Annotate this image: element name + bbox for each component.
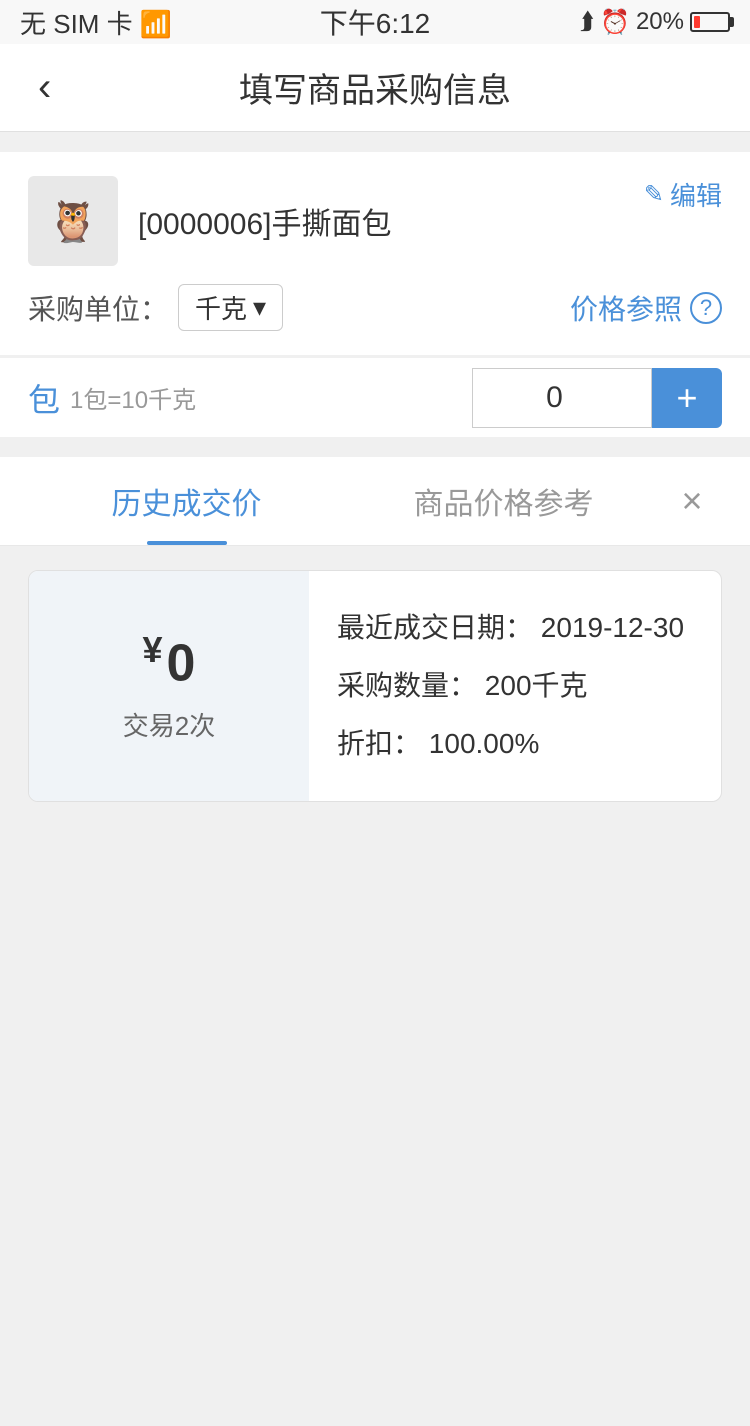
status-left: 无 SIM 卡 📶 bbox=[20, 4, 172, 41]
product-icon: 🦉 bbox=[48, 198, 98, 245]
battery-percent: 20% bbox=[636, 8, 684, 36]
price-ref-button[interactable]: 价格参照 ? bbox=[570, 288, 722, 328]
currency-symbol: ¥ bbox=[143, 629, 163, 670]
product-header: 🦉 [0000006]手撕面包 ✎ 编辑 bbox=[28, 176, 722, 266]
edit-icon: ✎ bbox=[644, 180, 664, 209]
trade-date-label: 最近成交日期： bbox=[337, 612, 533, 643]
back-button[interactable]: ‹ bbox=[28, 55, 61, 120]
trade-detail-discount: 折扣： 100.00% bbox=[337, 723, 693, 765]
tab-product-price-ref-label: 商品价格参考 bbox=[414, 479, 594, 523]
trade-qty-label: 采购数量： bbox=[337, 670, 477, 701]
purchase-unit-label: 采购单位： bbox=[28, 288, 168, 328]
status-time: 下午6:12 bbox=[320, 2, 431, 42]
trade-qty-value: 200千克 bbox=[485, 670, 588, 701]
trade-date-value: 2019-12-30 bbox=[541, 612, 684, 643]
unit-select[interactable]: 千克 ▾ bbox=[178, 284, 283, 331]
tab-active-indicator bbox=[147, 541, 227, 545]
tab-history-price-label: 历史成交价 bbox=[112, 479, 262, 523]
trade-times: 交易2次 bbox=[123, 706, 215, 743]
unit-badge: 包 bbox=[28, 375, 60, 421]
trade-details-section: 最近成交日期： 2019-12-30 采购数量： 200千克 折扣： 100.0… bbox=[309, 571, 721, 801]
unit-conversion: 1包=10千克 bbox=[70, 380, 196, 415]
tab-product-price-ref[interactable]: 商品价格参考 bbox=[345, 457, 662, 545]
product-name: [0000006]手撕面包 bbox=[138, 199, 391, 243]
unit-label: 包 1包=10千克 bbox=[28, 375, 196, 421]
alarm-icon: ⏰ bbox=[600, 8, 630, 37]
product-left: 🦉 [0000006]手撕面包 bbox=[28, 176, 391, 266]
trade-price-value: 0 bbox=[167, 635, 196, 693]
quantity-control: + bbox=[472, 368, 722, 428]
nav-bar: ‹ 填写商品采购信息 bbox=[0, 44, 750, 132]
product-meta: 采购单位： 千克 ▾ 价格参照 ? bbox=[28, 284, 722, 331]
bottom-area bbox=[0, 826, 750, 1426]
tab-close-button[interactable]: × bbox=[662, 457, 722, 545]
quantity-row: 包 1包=10千克 + bbox=[0, 357, 750, 437]
quantity-input[interactable] bbox=[472, 368, 652, 428]
info-icon: ? bbox=[690, 292, 722, 324]
unit-value: 千克 bbox=[195, 289, 247, 326]
price-ref-label: 价格参照 bbox=[570, 288, 682, 328]
trade-price-display: ¥0 bbox=[143, 629, 196, 693]
tabs-bar: 历史成交价 商品价格参考 × bbox=[0, 457, 750, 546]
quantity-plus-button[interactable]: + bbox=[652, 368, 722, 428]
dropdown-arrow-icon: ▾ bbox=[253, 292, 266, 323]
trade-detail-date: 最近成交日期： 2019-12-30 bbox=[337, 607, 693, 649]
status-right: ⮭ ⏰ 20% bbox=[580, 8, 730, 37]
battery-icon bbox=[690, 12, 730, 32]
trade-discount-label: 折扣： bbox=[337, 728, 421, 759]
trade-price-section: ¥0 交易2次 bbox=[29, 571, 309, 801]
product-thumbnail: 🦉 bbox=[28, 176, 118, 266]
tab-history-price[interactable]: 历史成交价 bbox=[28, 457, 345, 545]
product-card: 🦉 [0000006]手撕面包 ✎ 编辑 采购单位： 千克 ▾ 价格参照 ? bbox=[0, 152, 750, 355]
edit-label: 编辑 bbox=[670, 176, 722, 213]
status-bar: 无 SIM 卡 📶 下午6:12 ⮭ ⏰ 20% bbox=[0, 0, 750, 44]
page-title: 填写商品采购信息 bbox=[239, 63, 511, 112]
trade-card: ¥0 交易2次 最近成交日期： 2019-12-30 采购数量： 200千克 折… bbox=[28, 570, 722, 802]
edit-button[interactable]: ✎ 编辑 bbox=[644, 176, 722, 213]
trade-detail-qty: 采购数量： 200千克 bbox=[337, 665, 693, 707]
trade-discount-value: 100.00% bbox=[429, 728, 540, 759]
location-icon: ⮭ bbox=[580, 8, 594, 36]
purchase-unit: 采购单位： 千克 ▾ bbox=[28, 284, 283, 331]
